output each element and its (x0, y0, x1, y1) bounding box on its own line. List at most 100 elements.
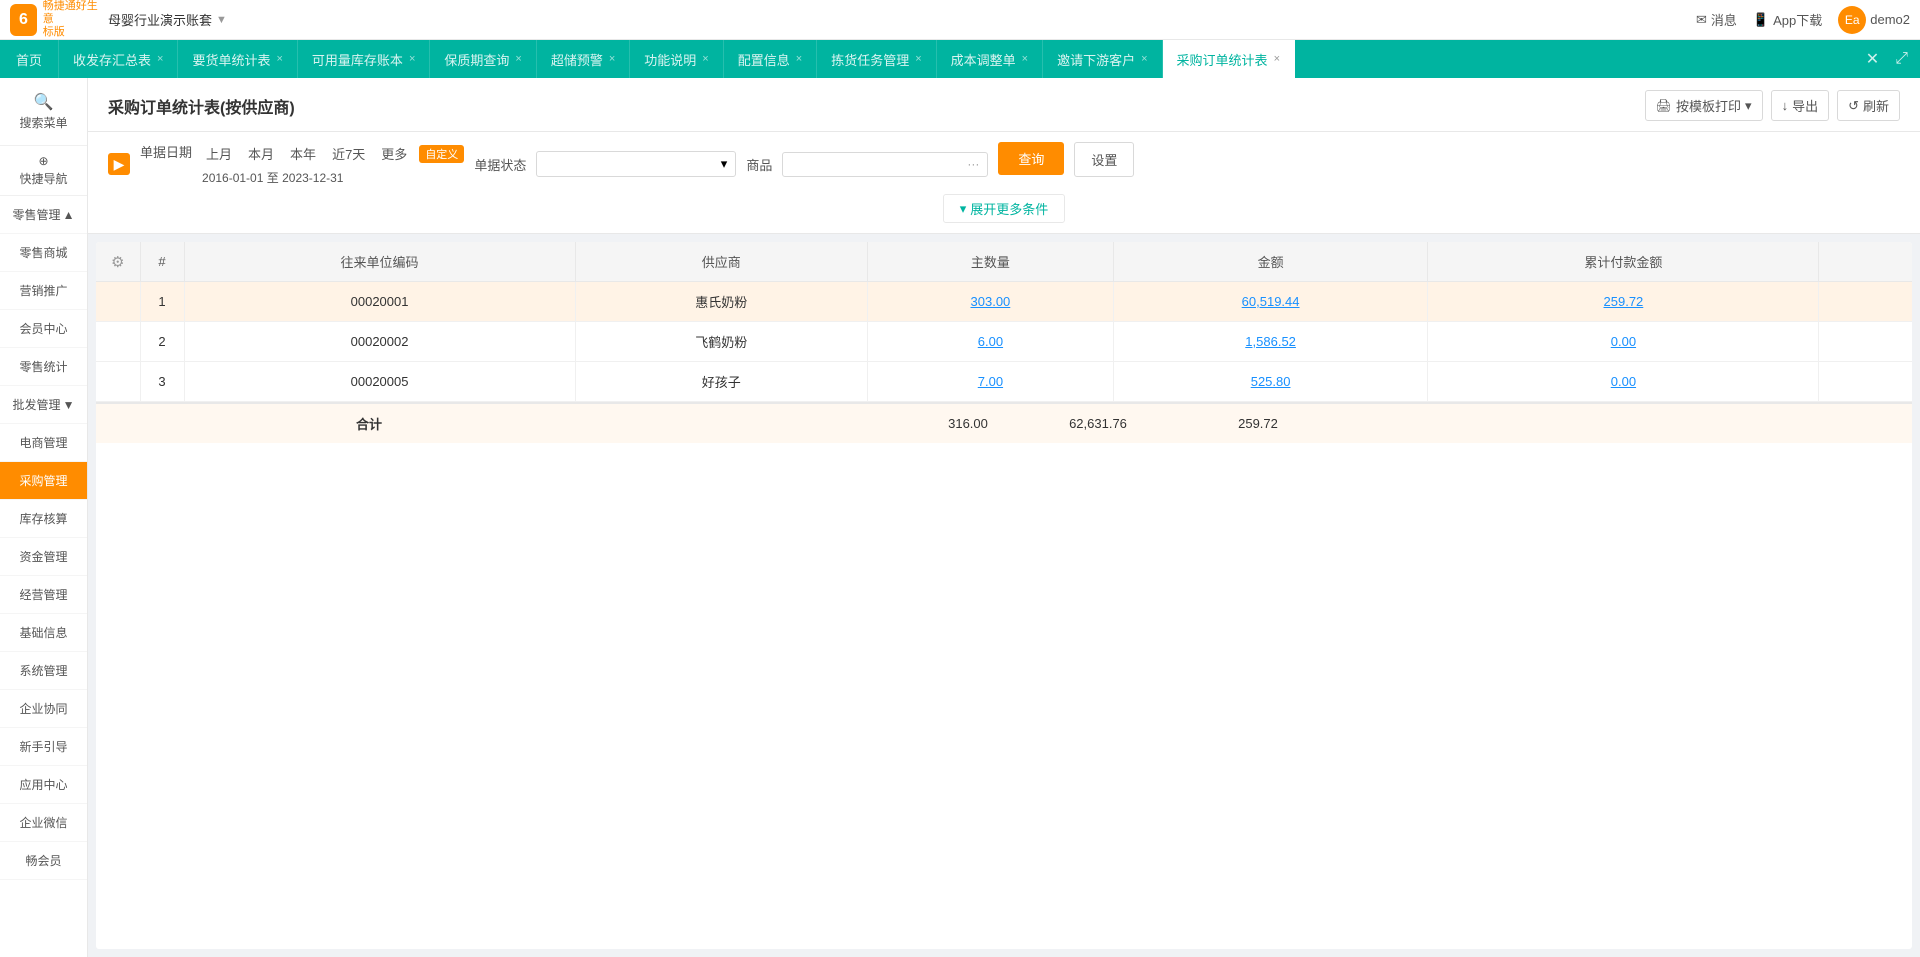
tab-picking-task[interactable]: 拣货任务管理 × (817, 40, 936, 78)
tab-function-desc[interactable]: 功能说明 × (630, 40, 723, 78)
app-download-btn[interactable]: 📱 App下载 (1753, 10, 1822, 29)
export-btn[interactable]: ↓ 导出 (1771, 90, 1830, 121)
tab-goods-summary[interactable]: 要货单统计表 × (178, 40, 297, 78)
tab-overstock-warning[interactable]: 超储预警 × (537, 40, 630, 78)
tab-config-info[interactable]: 配置信息 × (724, 40, 817, 78)
row2-supplier: 飞鹤奶粉 (575, 322, 867, 362)
shortcut-last-month[interactable]: 上月 (202, 142, 236, 165)
tab-close-warranty-query[interactable]: × (515, 53, 521, 65)
table-area: ⚙ # 往来单位编码 供应商 主数量 金额 累计付款金额 1 (96, 242, 1912, 949)
row2-amount-link[interactable]: 1,586.52 (1245, 334, 1296, 349)
tab-close-function-desc[interactable]: × (702, 53, 708, 65)
expand-icon-2: ▼ (63, 398, 75, 412)
sidebar-item-basic-info[interactable]: 基础信息 (0, 614, 87, 652)
sidebar-item-operations-mgmt[interactable]: 经营管理 (0, 576, 87, 614)
row1-supplier: 惠氏奶粉 (575, 282, 867, 322)
goods-more-btn[interactable]: ··· (967, 157, 979, 171)
row1-cum-pay-link[interactable]: 259.72 (1604, 294, 1644, 309)
footer-main-qty: 316.00 (908, 416, 1028, 431)
date-shortcuts-row: 上月 本月 本年 近7天 更多 自定义 2016-01-01 至 2023-12… (202, 142, 464, 186)
filter-date-group: 单据日期 上月 本月 本年 近7天 更多 自定义 2016-01-01 至 (140, 142, 464, 186)
row3-main-qty-link[interactable]: 7.00 (978, 374, 1003, 389)
tab-available-stock[interactable]: 可用量库存账本 × (298, 40, 430, 78)
shortcut-this-year[interactable]: 本年 (286, 142, 320, 165)
expand-more-conditions-btn[interactable]: ▾ 展开更多条件 (943, 194, 1066, 223)
sidebar-item-new-guide[interactable]: 新手引导 (0, 728, 87, 766)
message-btn[interactable]: ✉ 消息 (1696, 10, 1737, 29)
tab-purchase-summary[interactable]: 采购订单统计表 × (1163, 40, 1295, 78)
tab-close-goods-summary[interactable]: × (276, 53, 282, 65)
row3-cum-pay-link[interactable]: 0.00 (1611, 374, 1636, 389)
expand-icon: ▲ (63, 208, 75, 222)
workspace-dropdown-arrow: ▼ (216, 14, 227, 26)
goods-filter-input[interactable] (791, 157, 967, 172)
footer-cumulative-payment: 259.72 (1168, 416, 1348, 431)
template-print-btn[interactable]: 🖨 按模板打印 ▾ (1645, 90, 1763, 121)
main-layout: 🔍 搜索菜单 ⊕ 快捷导航 零售管理 ▲ 零售商城 营销推广 会员中心 零售统计… (0, 78, 1920, 957)
row2-main-qty-link[interactable]: 6.00 (978, 334, 1003, 349)
sidebar-item-finance-mgmt[interactable]: 资金管理 (0, 538, 87, 576)
shortcut-7days[interactable]: 近7天 (328, 142, 369, 165)
row2-unit-code: 00020002 (184, 322, 575, 362)
date-range-display: 2016-01-01 至 2023-12-31 (202, 169, 464, 186)
logo-area: 6 畅捷通好生意 标版 (10, 0, 98, 39)
row1-settings (96, 282, 140, 322)
tab-receive-summary[interactable]: 收发存汇总表 × (59, 40, 178, 78)
top-right-actions: ✉ 消息 📱 App下载 Ea demo2 (1696, 6, 1910, 34)
tab-close-overstock-warning[interactable]: × (609, 53, 615, 65)
sidebar-item-stock-check[interactable]: 库存核算 (0, 500, 87, 538)
sidebar-item-member[interactable]: 畅会员 (0, 842, 87, 880)
tab-close-cost-adjust[interactable]: × (1022, 53, 1028, 65)
date-filter-label: 单据日期 (140, 142, 192, 161)
sidebar-item-enterprise-collab[interactable]: 企业协同 (0, 690, 87, 728)
row1-main-qty-link[interactable]: 303.00 (971, 294, 1011, 309)
row3-amount-link[interactable]: 525.80 (1251, 374, 1291, 389)
search-icon: 🔍 (34, 92, 54, 112)
sidebar-item-system-mgmt[interactable]: 系统管理 (0, 652, 87, 690)
tab-warranty-query[interactable]: 保质期查询 × (430, 40, 536, 78)
tab-close-config-info[interactable]: × (796, 53, 802, 65)
page-header: 采购订单统计表(按供应商) 🖨 按模板打印 ▾ ↓ 导出 ↺ 刷新 (88, 78, 1920, 132)
custom-date-badge[interactable]: 自定义 (419, 145, 464, 163)
status-filter-select[interactable]: ▾ (536, 151, 736, 177)
tab-close-purchase-summary[interactable]: × (1274, 53, 1280, 65)
row1-index: 1 (140, 282, 184, 322)
tab-cost-adjust[interactable]: 成本调整单 × (937, 40, 1043, 78)
settings-btn[interactable]: 设置 (1074, 142, 1134, 177)
sidebar-item-wholesale-mgmt[interactable]: 批发管理 ▼ (0, 386, 87, 424)
sidebar-item-purchase-mgmt[interactable]: 采购管理 (0, 462, 87, 500)
shortcut-more[interactable]: 更多 (377, 142, 411, 165)
tab-close-invite-downstream[interactable]: × (1141, 53, 1147, 65)
tab-invite-downstream[interactable]: 邀请下游客户 × (1043, 40, 1162, 78)
tab-close-available-stock[interactable]: × (409, 53, 415, 65)
sidebar-item-app-center[interactable]: 应用中心 (0, 766, 87, 804)
search-menu-btn[interactable]: 🔍 搜索菜单 (6, 86, 81, 137)
maximize-btn[interactable]: ⤢ (1891, 46, 1912, 72)
row1-amount-link[interactable]: 60,519.44 (1242, 294, 1300, 309)
sidebar-item-retail-mall[interactable]: 零售商城 (0, 234, 87, 272)
row2-main-qty: 6.00 (867, 322, 1113, 362)
workspace-selector[interactable]: 母婴行业演示账套 ▼ (108, 10, 1686, 29)
sidebar-item-retail-stats[interactable]: 零售统计 (0, 348, 87, 386)
sidebar-item-ecommerce-mgmt[interactable]: 电商管理 (0, 424, 87, 462)
sidebar-item-marketing[interactable]: 营销推广 (0, 272, 87, 310)
col-extra (1819, 242, 1912, 282)
user-avatar[interactable]: Ea demo2 (1838, 6, 1910, 34)
close-all-tabs-btn[interactable]: ✕ (1862, 45, 1883, 73)
refresh-btn[interactable]: ↺ 刷新 (1837, 90, 1900, 121)
tab-close-receive-summary[interactable]: × (157, 53, 163, 65)
shortcut-this-month[interactable]: 本月 (244, 142, 278, 165)
logo-text: 畅捷通好生意 标版 (43, 0, 98, 39)
row1-unit-code: 00020001 (184, 282, 575, 322)
data-table: ⚙ # 往来单位编码 供应商 主数量 金额 累计付款金额 1 (96, 242, 1912, 402)
column-settings-icon[interactable]: ⚙ (111, 254, 124, 271)
row2-cum-pay-link[interactable]: 0.00 (1611, 334, 1636, 349)
tab-home[interactable]: 首页 (0, 40, 59, 78)
filter-collapse-btn[interactable]: ▶ (108, 153, 130, 175)
query-btn[interactable]: 查询 (998, 142, 1064, 175)
tab-close-picking-task[interactable]: × (915, 53, 921, 65)
sidebar-item-member-center[interactable]: 会员中心 (0, 310, 87, 348)
quick-nav-btn[interactable]: ⊕ 快捷导航 (0, 146, 87, 196)
sidebar-item-retail-mgmt[interactable]: 零售管理 ▲ (0, 196, 87, 234)
sidebar-item-enterprise-wechat[interactable]: 企业微信 (0, 804, 87, 842)
